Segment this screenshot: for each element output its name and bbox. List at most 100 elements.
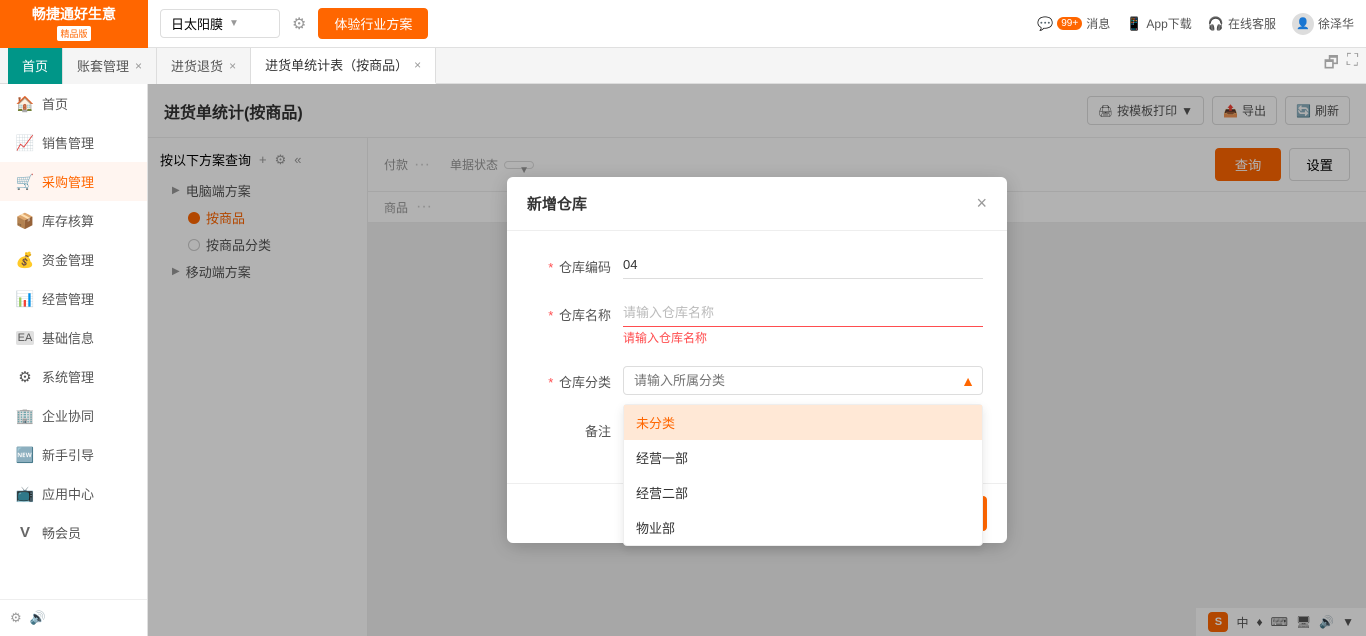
online-service-area[interactable]: 🎧 在线客服 [1208, 15, 1276, 32]
user-name: 徐泽华 [1318, 15, 1354, 32]
headset-icon: 🎧 [1208, 16, 1224, 32]
purchase-stats-tab-label: 进货单统计表（按商品） [265, 55, 408, 74]
app-download-area[interactable]: 📱 App下载 [1126, 15, 1192, 32]
dialog-body: * 仓库编码 * 仓库名称 [507, 231, 1007, 483]
sidebar-item-guide[interactable]: 🆕 新手引导 [0, 435, 147, 474]
content-area: 进货单统计(按商品) 🖨 按模板打印 ▼ 📤 导出 🔄 刷新 [148, 84, 1366, 636]
purchase-stats-tab-close[interactable]: × [414, 58, 421, 72]
name-label: * 仓库名称 [531, 299, 611, 324]
sidebar-apps-label: 应用中心 [42, 484, 94, 503]
name-label-text: 仓库名称 [559, 308, 611, 323]
sidebar-item-inventory[interactable]: 📦 库存核算 [0, 201, 147, 240]
guide-icon: 🆕 [16, 446, 34, 464]
sidebar-item-member[interactable]: V 畅会员 [0, 513, 147, 552]
tab-bar-controls: 🗗 ⛶ [1324, 52, 1358, 79]
trial-button[interactable]: 体验行业方案 [318, 8, 428, 39]
sidebar-member-label: 畅会员 [42, 523, 81, 542]
sidebar-guide-label: 新手引导 [42, 445, 94, 464]
phone-icon: 📱 [1126, 16, 1142, 32]
expand-icon[interactable]: ⛶ [1347, 52, 1358, 79]
logo-badge: 精品版 [57, 26, 90, 41]
sidebar-operations-label: 经营管理 [42, 289, 94, 308]
sound-icon[interactable]: 🔊 [30, 610, 46, 626]
logo-area: 畅捷通好生意 精品版 [0, 0, 148, 48]
code-label-text: 仓库编码 [559, 260, 611, 275]
dropdown-item-ops1[interactable]: 经营一部 [624, 440, 982, 475]
sidebar-finance-label: 资金管理 [42, 250, 94, 269]
basic-icon: EA [16, 331, 34, 345]
category-input-wrap: ▲ 未分类 经营一部 经营二部 物业部 [623, 366, 983, 395]
system-icon: ⚙ [16, 368, 34, 386]
finance-icon: 💰 [16, 251, 34, 269]
message-icon: 💬 [1037, 16, 1053, 32]
inventory-icon: 📦 [16, 212, 34, 230]
avatar: 👤 [1292, 13, 1314, 35]
sidebar-item-basic[interactable]: EA 基础信息 [0, 318, 147, 357]
dropdown-item-ops2[interactable]: 经营二部 [624, 475, 982, 510]
category-input[interactable] [623, 366, 983, 395]
user-area[interactable]: 👤 徐泽华 [1292, 13, 1354, 35]
category-form-row: * 仓库分类 ▲ 未分类 经营一部 经营二部 物业部 [531, 366, 983, 395]
sidebar-bottom: ⚙ 🔊 [0, 599, 147, 636]
member-icon: V [16, 524, 34, 542]
online-service-label: 在线客服 [1228, 15, 1276, 32]
restore-icon[interactable]: 🗗 [1324, 52, 1339, 79]
tab-accounts[interactable]: 账套管理 × [63, 48, 157, 84]
store-selector[interactable]: 日太阳膜 ▼ [160, 9, 280, 38]
required-star-category: * [548, 375, 553, 390]
sidebar-item-operations[interactable]: 📊 经营管理 [0, 279, 147, 318]
code-label: * 仓库编码 [531, 251, 611, 276]
required-star-code: * [548, 260, 553, 275]
sidebar-item-home[interactable]: 🏠 首页 [0, 84, 147, 123]
category-label: * 仓库分类 [531, 366, 611, 391]
tab-purchase-stats[interactable]: 进货单统计表（按商品） × [251, 48, 436, 84]
sales-icon: 📈 [16, 134, 34, 152]
dropdown-item-uncategorized[interactable]: 未分类 [624, 405, 982, 440]
sidebar-basic-label: 基础信息 [42, 328, 94, 347]
name-form-row: * 仓库名称 请输入仓库名称 [531, 299, 983, 346]
sidebar-enterprise-label: 企业协同 [42, 406, 94, 425]
name-input-wrap: 请输入仓库名称 [623, 299, 983, 346]
home-tab-label: 首页 [22, 56, 48, 75]
notes-label-text: 备注 [585, 424, 611, 439]
accounts-tab-close[interactable]: × [135, 59, 142, 73]
purchase-return-tab-label: 进货退货 [171, 56, 223, 75]
chevron-down-icon: ▼ [229, 18, 239, 29]
sidebar-item-purchase[interactable]: 🛒 采购管理 [0, 162, 147, 201]
sidebar-item-apps[interactable]: 📺 应用中心 [0, 474, 147, 513]
name-error-msg: 请输入仓库名称 [623, 329, 983, 346]
dialog-header: 新增仓库 × [507, 177, 1007, 231]
code-form-row: * 仓库编码 [531, 251, 983, 279]
tab-bar: 首页 账套管理 × 进货退货 × 进货单统计表（按商品） × 🗗 ⛶ [0, 48, 1366, 84]
sidebar: 🏠 首页 📈 销售管理 🛒 采购管理 📦 库存核算 💰 资金管理 📊 经营管理 … [0, 84, 148, 636]
settings-bottom-icon[interactable]: ⚙ [10, 610, 22, 626]
sidebar-inventory-label: 库存核算 [42, 211, 94, 230]
dropdown-item-property[interactable]: 物业部 [624, 510, 982, 545]
category-dropdown: 未分类 经营一部 经营二部 物业部 [623, 404, 983, 546]
top-right-area: 💬 99+ 消息 📱 App下载 🎧 在线客服 👤 徐泽华 [1037, 13, 1354, 35]
sidebar-item-enterprise[interactable]: 🏢 企业协同 [0, 396, 147, 435]
new-warehouse-dialog: 新增仓库 × * 仓库编码 [507, 177, 1007, 543]
gear-icon[interactable]: ⚙ [292, 14, 306, 34]
sidebar-purchase-label: 采购管理 [42, 172, 94, 191]
enterprise-icon: 🏢 [16, 407, 34, 425]
name-input[interactable] [623, 299, 983, 327]
purchase-return-tab-close[interactable]: × [229, 59, 236, 73]
notification-area[interactable]: 💬 99+ 消息 [1037, 15, 1110, 32]
sidebar-item-finance[interactable]: 💰 资金管理 [0, 240, 147, 279]
tab-purchase-return[interactable]: 进货退货 × [157, 48, 251, 84]
required-star-name: * [548, 308, 553, 323]
sidebar-system-label: 系统管理 [42, 367, 94, 386]
sidebar-item-system[interactable]: ⚙ 系统管理 [0, 357, 147, 396]
code-input[interactable] [623, 251, 983, 279]
dialog-close-button[interactable]: × [976, 193, 987, 214]
store-name: 日太阳膜 [171, 14, 223, 33]
operations-icon: 📊 [16, 290, 34, 308]
sidebar-home-label: 首页 [42, 94, 68, 113]
accounts-tab-label: 账套管理 [77, 56, 129, 75]
top-bar: 畅捷通好生意 精品版 日太阳膜 ▼ ⚙ 体验行业方案 💬 99+ 消息 📱 Ap… [0, 0, 1366, 48]
notification-badge: 99+ [1057, 17, 1082, 30]
sidebar-item-sales[interactable]: 📈 销售管理 [0, 123, 147, 162]
tab-home[interactable]: 首页 [8, 48, 63, 84]
app-download-label: App下载 [1146, 15, 1191, 32]
